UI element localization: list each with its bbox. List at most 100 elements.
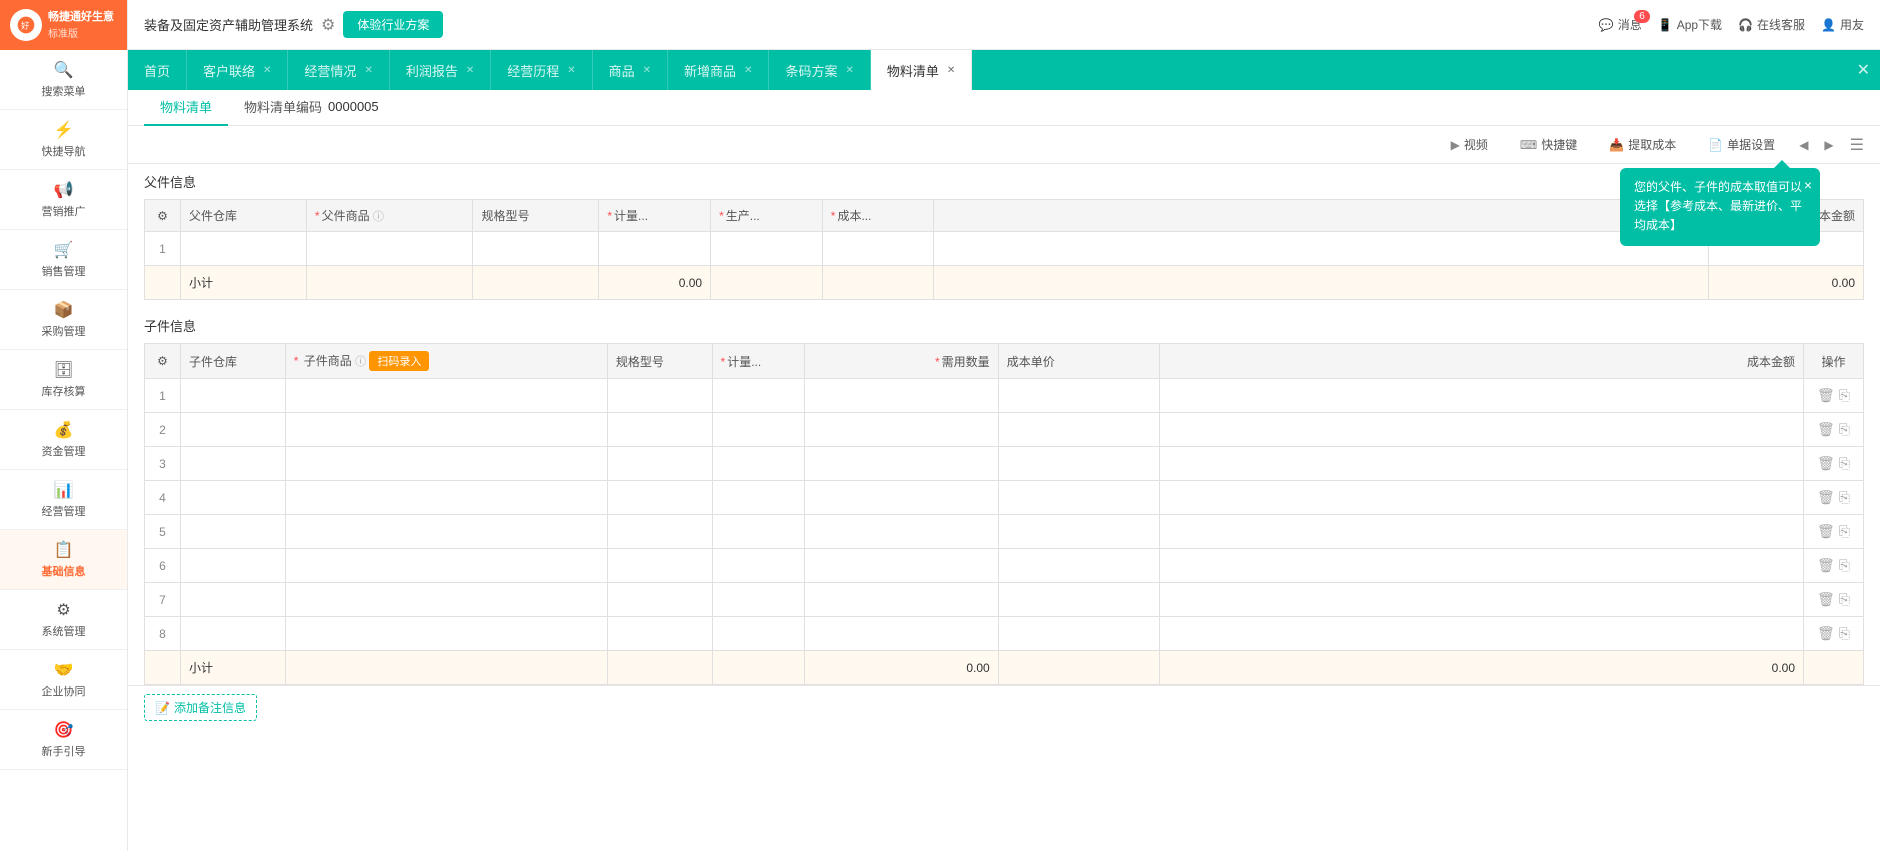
tab-new-goods[interactable]: 新增商品✕ (668, 50, 769, 90)
nav-all-close[interactable]: ✕ (1857, 60, 1870, 80)
child-row-8-unit-cost[interactable] (998, 617, 1159, 651)
tab-goods[interactable]: 商品✕ (593, 50, 668, 90)
tab-customer-close[interactable]: ✕ (263, 65, 271, 76)
child-row-2-unit[interactable] (712, 413, 805, 447)
service-item[interactable]: 🎧 在线客服 (1738, 16, 1805, 33)
sidebar-item-quick-nav[interactable]: ⚡ 快捷导航 (0, 110, 127, 170)
child-row-8-goods[interactable] (285, 617, 607, 651)
tab-goods-close[interactable]: ✕ (643, 65, 651, 76)
child-row-1-unit[interactable] (712, 379, 805, 413)
parent-row-1-unit[interactable] (599, 232, 711, 266)
child-row-6-unit[interactable] (712, 549, 805, 583)
copy-icon-2[interactable]: ⎘ (1839, 421, 1850, 438)
sidebar-item-guide[interactable]: 🎯 新手引导 (0, 710, 127, 770)
child-row-1-goods[interactable] (285, 379, 607, 413)
child-row-5-quantity[interactable] (805, 515, 998, 549)
copy-icon-1[interactable]: ⎘ (1839, 387, 1850, 404)
parent-row-1-produce[interactable] (711, 232, 823, 266)
child-row-3-goods[interactable] (285, 447, 607, 481)
delete-icon-6[interactable]: 🗑 (1817, 557, 1835, 574)
tab-history[interactable]: 经营历程✕ (491, 50, 592, 90)
child-row-8-warehouse[interactable] (181, 617, 286, 651)
child-row-6-quantity[interactable] (805, 549, 998, 583)
child-row-5-warehouse[interactable] (181, 515, 286, 549)
sub-tab-bom-list[interactable]: 物料清单 (144, 90, 228, 126)
copy-icon-5[interactable]: ⎘ (1839, 523, 1850, 540)
parent-row-1-cost[interactable] (822, 232, 934, 266)
message-item[interactable]: 💬 消息 6 (1599, 16, 1642, 33)
tab-profit-close[interactable]: ✕ (466, 65, 474, 76)
scan-button[interactable]: 扫码录入 (369, 351, 429, 371)
child-row-4-unit-cost[interactable] (998, 481, 1159, 515)
child-row-7-goods[interactable] (285, 583, 607, 617)
view-btn[interactable]: ▶ 视频 (1443, 132, 1496, 157)
child-row-5-unit-cost[interactable] (998, 515, 1159, 549)
sub-tab-bom-code[interactable]: 物料清单编码 0000005 (228, 90, 395, 126)
delete-icon-2[interactable]: 🗑 (1817, 421, 1835, 438)
trial-button[interactable]: 体验行业方案 (343, 11, 443, 38)
child-row-8-unit[interactable] (712, 617, 805, 651)
child-row-5-unit[interactable] (712, 515, 805, 549)
shortcut-btn[interactable]: ⌨ 快捷键 (1512, 132, 1585, 157)
child-row-2-unit-cost[interactable] (998, 413, 1159, 447)
child-row-1-unit-cost[interactable] (998, 379, 1159, 413)
child-row-2-goods[interactable] (285, 413, 607, 447)
sidebar-item-sales[interactable]: 🛒 销售管理 (0, 230, 127, 290)
copy-icon-6[interactable]: ⎘ (1839, 557, 1850, 574)
delete-icon-3[interactable]: 🗑 (1817, 455, 1835, 472)
child-row-2-spec[interactable] (607, 413, 712, 447)
settings-icon[interactable]: ⚙ (321, 15, 335, 35)
child-row-7-quantity[interactable] (805, 583, 998, 617)
sidebar-item-inventory[interactable]: 🗄 库存核算 (0, 350, 127, 410)
tab-operation[interactable]: 经营情况✕ (288, 50, 389, 90)
tab-bom-close[interactable]: ✕ (947, 65, 955, 76)
sidebar-item-system[interactable]: ⚙ 系统管理 (0, 590, 127, 650)
sidebar-item-purchase[interactable]: 📦 采购管理 (0, 290, 127, 350)
child-row-4-quantity[interactable] (805, 481, 998, 515)
copy-icon-3[interactable]: ⎘ (1839, 455, 1850, 472)
delete-icon-7[interactable]: 🗑 (1817, 591, 1835, 608)
child-row-4-spec[interactable] (607, 481, 712, 515)
tab-home[interactable]: 首页 (128, 50, 187, 90)
tab-history-close[interactable]: ✕ (567, 65, 575, 76)
app-download-item[interactable]: 📱 App下载 (1658, 16, 1722, 33)
tooltip-close-btn[interactable]: × (1804, 174, 1812, 196)
child-row-5-goods[interactable] (285, 515, 607, 549)
add-note-btn[interactable]: 📝 添加备注信息 (144, 694, 257, 721)
tab-customer[interactable]: 客户联络✕ (187, 50, 288, 90)
child-row-7-unit[interactable] (712, 583, 805, 617)
child-row-1-spec[interactable] (607, 379, 712, 413)
child-row-4-warehouse[interactable] (181, 481, 286, 515)
child-row-2-quantity[interactable] (805, 413, 998, 447)
toolbar-list-icon[interactable]: ☰ (1850, 135, 1864, 155)
child-row-8-quantity[interactable] (805, 617, 998, 651)
sidebar-item-basic-info[interactable]: 📋 基础信息 (0, 530, 127, 590)
parent-row-1-spec[interactable] (473, 232, 599, 266)
sidebar-item-enterprise[interactable]: 🤝 企业协同 (0, 650, 127, 710)
child-row-2-warehouse[interactable] (181, 413, 286, 447)
child-row-1-quantity[interactable] (805, 379, 998, 413)
delete-icon-5[interactable]: 🗑 (1817, 523, 1835, 540)
toolbar-prev-icon[interactable]: ◀ (1799, 138, 1808, 152)
delete-icon-4[interactable]: 🗑 (1817, 489, 1835, 506)
user-item[interactable]: 👤 用友 (1821, 16, 1864, 33)
tab-new-goods-close[interactable]: ✕ (744, 65, 752, 76)
delete-icon-8[interactable]: 🗑 (1817, 625, 1835, 642)
child-row-4-unit[interactable] (712, 481, 805, 515)
child-row-4-goods[interactable] (285, 481, 607, 515)
tab-operation-close[interactable]: ✕ (364, 65, 372, 76)
child-row-6-unit-cost[interactable] (998, 549, 1159, 583)
copy-icon-7[interactable]: ⎘ (1839, 591, 1850, 608)
child-row-1-warehouse[interactable] (181, 379, 286, 413)
child-row-6-warehouse[interactable] (181, 549, 286, 583)
child-row-7-spec[interactable] (607, 583, 712, 617)
parent-row-1-goods[interactable] (306, 232, 473, 266)
copy-icon-8[interactable]: ⎘ (1839, 625, 1850, 642)
child-row-6-spec[interactable] (607, 549, 712, 583)
sidebar-item-marketing[interactable]: 📢 营销推广 (0, 170, 127, 230)
tab-barcode[interactable]: 条码方案✕ (769, 50, 870, 90)
copy-icon-4[interactable]: ⎘ (1839, 489, 1850, 506)
child-row-3-spec[interactable] (607, 447, 712, 481)
sidebar-item-operation[interactable]: 📊 经营管理 (0, 470, 127, 530)
child-row-5-spec[interactable] (607, 515, 712, 549)
